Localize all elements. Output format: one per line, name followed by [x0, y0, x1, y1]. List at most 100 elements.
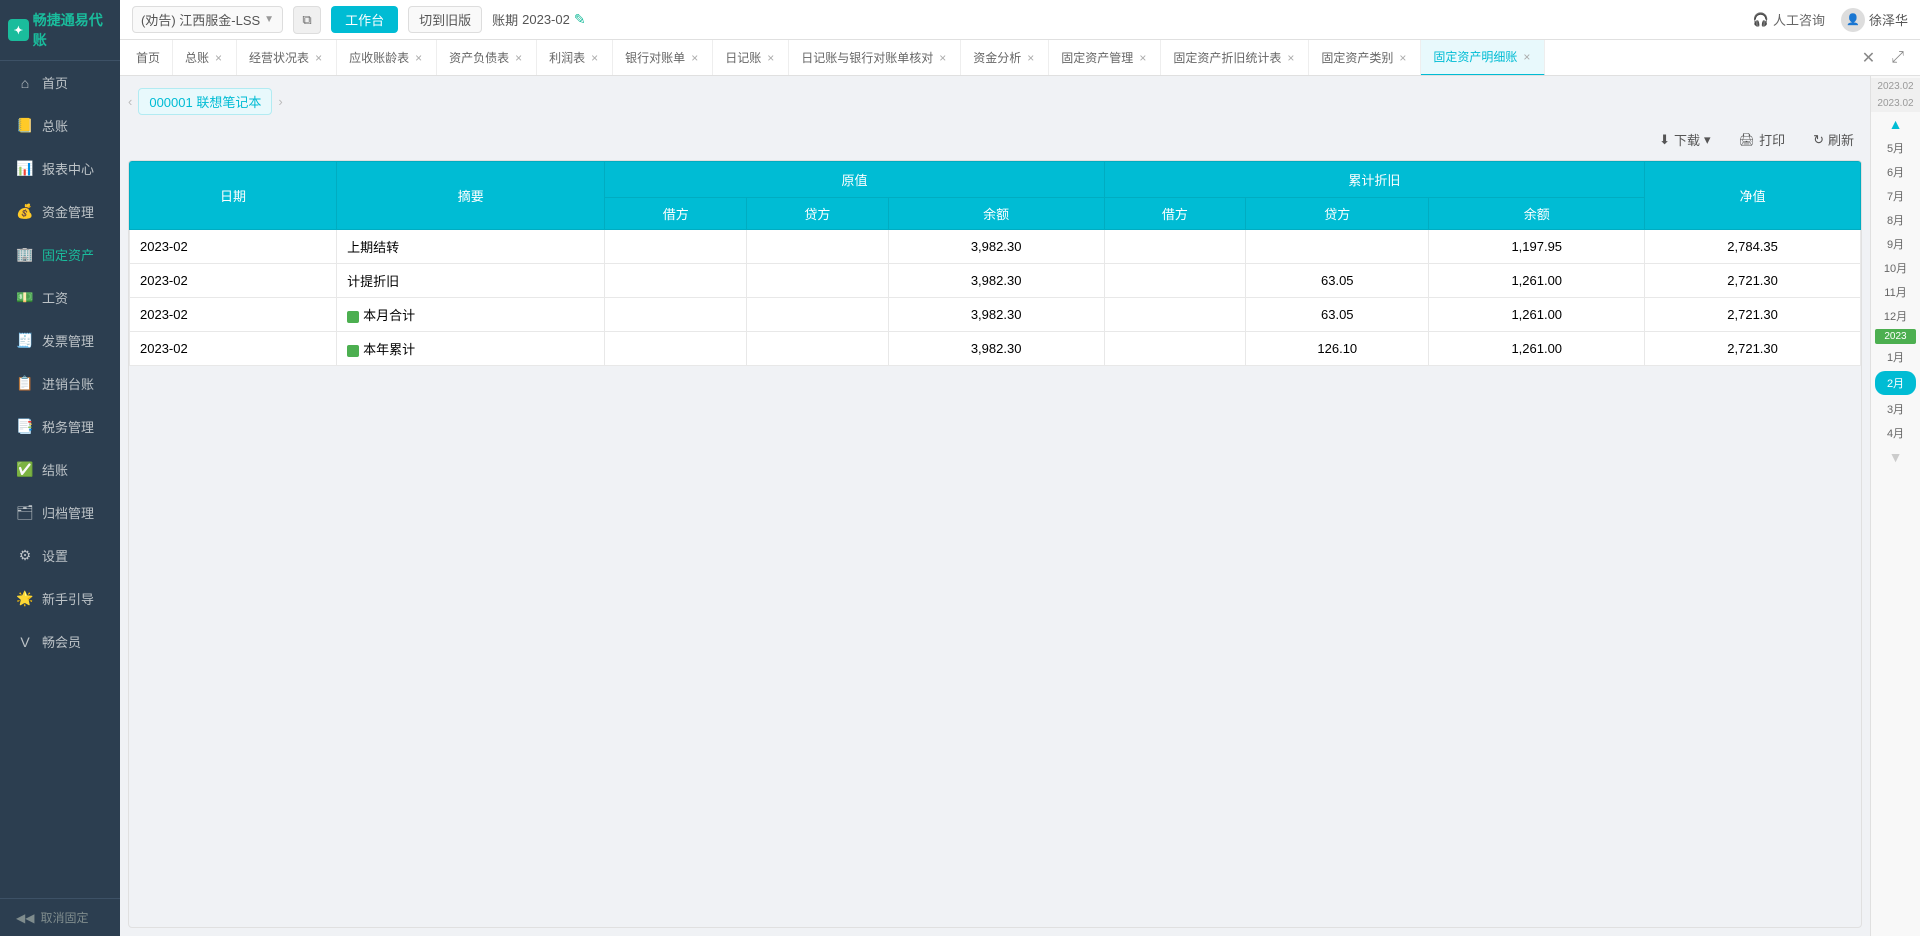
company-selector[interactable]: (劝告) 江西服金-LSS ▼ — [132, 6, 283, 33]
timeline-month-2-active[interactable]: 2月 — [1875, 371, 1916, 395]
tab-fa-category[interactable]: 固定资产类别 × — [1309, 40, 1421, 76]
refresh-button[interactable]: ↻ 刷新 — [1805, 127, 1862, 152]
col-subheader-orig-credit: 贷方 — [747, 198, 889, 230]
cell-acc-balance: 1,261.00 — [1429, 332, 1645, 366]
avatar: 👤 — [1841, 8, 1865, 32]
cell-desc: 本年累计 — [337, 332, 605, 366]
tab-close-icon[interactable]: × — [413, 50, 424, 66]
copy-icon: ⧉ — [302, 12, 311, 28]
copy-button[interactable]: ⧉ — [293, 6, 321, 34]
user-menu[interactable]: 👤 徐泽华 — [1841, 8, 1908, 32]
tab-close-icon[interactable]: × — [513, 50, 524, 66]
download-button[interactable]: ⬇ 下载 ▾ — [1651, 127, 1718, 152]
support-button[interactable]: 🎧 人工咨询 — [1753, 10, 1825, 29]
print-button[interactable]: 🖨 打印 — [1731, 127, 1794, 152]
tab-fa-detail[interactable]: 固定资产明细账 × — [1421, 40, 1545, 76]
tab-close-icon[interactable]: × — [1397, 50, 1408, 66]
tab-home[interactable]: 首页 — [124, 40, 173, 76]
sidebar-item-label: 工资 — [42, 288, 68, 307]
sidebar-item-settings[interactable]: ⚙ 设置 — [0, 534, 120, 577]
timeline-year-badge: 2023 — [1875, 329, 1916, 344]
timeline-month-1[interactable]: 1月 — [1871, 345, 1920, 369]
timeline-month-10[interactable]: 10月 — [1871, 256, 1920, 280]
maximize-icon[interactable]: ⤢ — [1887, 47, 1908, 69]
sidebar-item-label: 固定资产 — [42, 245, 94, 264]
timeline-scroll-down[interactable]: ▼ — [1871, 445, 1920, 469]
main-content: ‹ 000001 联想笔记本 › ⬇ 下载 ▾ 🖨 打印 ↻ 刷新 — [120, 76, 1870, 936]
sidebar-item-archive[interactable]: 🗂 归档管理 — [0, 491, 120, 534]
table-row: 2023-02 本年累计 3,982.30 126.10 1,261.00 2,… — [130, 332, 1861, 366]
sidebar-item-reports[interactable]: 📊 报表中心 — [0, 147, 120, 190]
tab-close-icon[interactable]: × — [1285, 50, 1296, 66]
switch-version-button[interactable]: 切到旧版 — [408, 6, 482, 33]
sidebar-item-home[interactable]: ⌂ 首页 — [0, 61, 120, 104]
col-subheader-acc-debit: 借方 — [1104, 198, 1246, 230]
timeline-month-6[interactable]: 6月 — [1871, 160, 1920, 184]
tab-balance-sheet[interactable]: 资产负债表 × — [437, 40, 537, 76]
col-subheader-orig-balance: 余额 — [888, 198, 1104, 230]
cell-orig-credit — [747, 230, 889, 264]
cell-acc-debit — [1104, 298, 1246, 332]
col-subheader-acc-credit: 贷方 — [1246, 198, 1429, 230]
tab-close-icon[interactable]: × — [689, 50, 700, 66]
tab-close-icon[interactable]: × — [1137, 50, 1148, 66]
user-name: 徐泽华 — [1869, 10, 1908, 29]
cell-orig-credit — [747, 298, 889, 332]
cell-orig-balance: 3,982.30 — [888, 298, 1104, 332]
tab-bank-reconcile[interactable]: 日记账与银行对账单核对 × — [789, 40, 961, 76]
timeline-month-12[interactable]: 12月 — [1871, 304, 1920, 328]
asset-name-tag[interactable]: 000001 联想笔记本 — [138, 88, 272, 115]
sidebar-item-invoice[interactable]: 🧾 发票管理 — [0, 319, 120, 362]
tab-ledger[interactable]: 总账 × — [173, 40, 237, 76]
tab-business-status[interactable]: 经营状况表 × — [237, 40, 337, 76]
workbench-button[interactable]: 工作台 — [331, 6, 398, 33]
vip-icon: V — [16, 634, 34, 650]
tab-fa-mgmt[interactable]: 固定资产管理 × — [1049, 40, 1161, 76]
timeline-month-3[interactable]: 3月 — [1871, 397, 1920, 421]
timeline-month-8[interactable]: 8月 — [1871, 208, 1920, 232]
tab-close-icon[interactable]: × — [937, 50, 948, 66]
col-header-date: 日期 — [130, 162, 337, 230]
nav-next-icon[interactable]: › — [278, 94, 282, 109]
sidebar-item-salary[interactable]: 💵 工资 — [0, 276, 120, 319]
cell-orig-debit — [605, 264, 747, 298]
sidebar-item-guide[interactable]: 🌟 新手引导 — [0, 577, 120, 620]
sidebar-item-settle[interactable]: ✅ 结账 — [0, 448, 120, 491]
tab-journal[interactable]: 日记账 × — [713, 40, 789, 76]
tab-fa-depreciation[interactable]: 固定资产折旧统计表 × — [1161, 40, 1309, 76]
tab-close-icon[interactable]: × — [765, 50, 776, 66]
tab-close-icon[interactable]: × — [589, 50, 600, 66]
tab-capital-analysis[interactable]: 资金分析 × — [961, 40, 1049, 76]
close-all-icon[interactable]: ✕ — [1858, 46, 1879, 70]
cell-orig-debit — [605, 230, 747, 264]
tab-ar[interactable]: 应收账龄表 × — [337, 40, 437, 76]
unpin-button[interactable]: ◀◀ 取消固定 — [0, 898, 120, 936]
tab-profit[interactable]: 利润表 × — [537, 40, 613, 76]
tab-close-icon[interactable]: × — [1521, 49, 1532, 65]
tab-bank-statement[interactable]: 银行对账单 × — [613, 40, 713, 76]
cell-acc-debit — [1104, 230, 1246, 264]
tab-close-icon[interactable]: × — [213, 50, 224, 66]
header-right: 🎧 人工咨询 👤 徐泽华 — [1753, 8, 1908, 32]
company-name: (劝告) 江西服金-LSS — [141, 10, 260, 29]
tab-bar: 首页 总账 × 经营状况表 × 应收账龄表 × 资产负债表 × 利润表 × 银行… — [120, 40, 1920, 76]
reports-icon: 📊 — [16, 160, 34, 177]
nav-prev-icon[interactable]: ‹ — [128, 94, 132, 109]
sidebar-item-vip[interactable]: V 畅会员 — [0, 620, 120, 663]
timeline-month-4[interactable]: 4月 — [1871, 421, 1920, 445]
table-row: 2023-02 本月合计 3,982.30 63.05 1,261.00 2,7… — [130, 298, 1861, 332]
timeline-month-7[interactable]: 7月 — [1871, 184, 1920, 208]
sidebar-item-capital[interactable]: 💰 资金管理 — [0, 190, 120, 233]
sidebar-item-tax[interactable]: 📑 税务管理 — [0, 405, 120, 448]
sidebar-item-ledger[interactable]: 📒 总账 — [0, 104, 120, 147]
period-edit-icon[interactable]: ✎ — [574, 11, 586, 28]
timeline-month-9[interactable]: 9月 — [1871, 232, 1920, 256]
sidebar-item-fixed-assets[interactable]: 🏢 固定资产 — [0, 233, 120, 276]
settings-icon: ⚙ — [16, 547, 34, 564]
tab-close-icon[interactable]: × — [1025, 50, 1036, 66]
timeline-month-5[interactable]: 5月 — [1871, 136, 1920, 160]
timeline-month-11[interactable]: 11月 — [1871, 280, 1920, 304]
timeline-scroll-up[interactable]: ▲ — [1871, 112, 1920, 136]
sidebar-item-sales-ledger[interactable]: 📋 进销台账 — [0, 362, 120, 405]
tab-close-icon[interactable]: × — [313, 50, 324, 66]
